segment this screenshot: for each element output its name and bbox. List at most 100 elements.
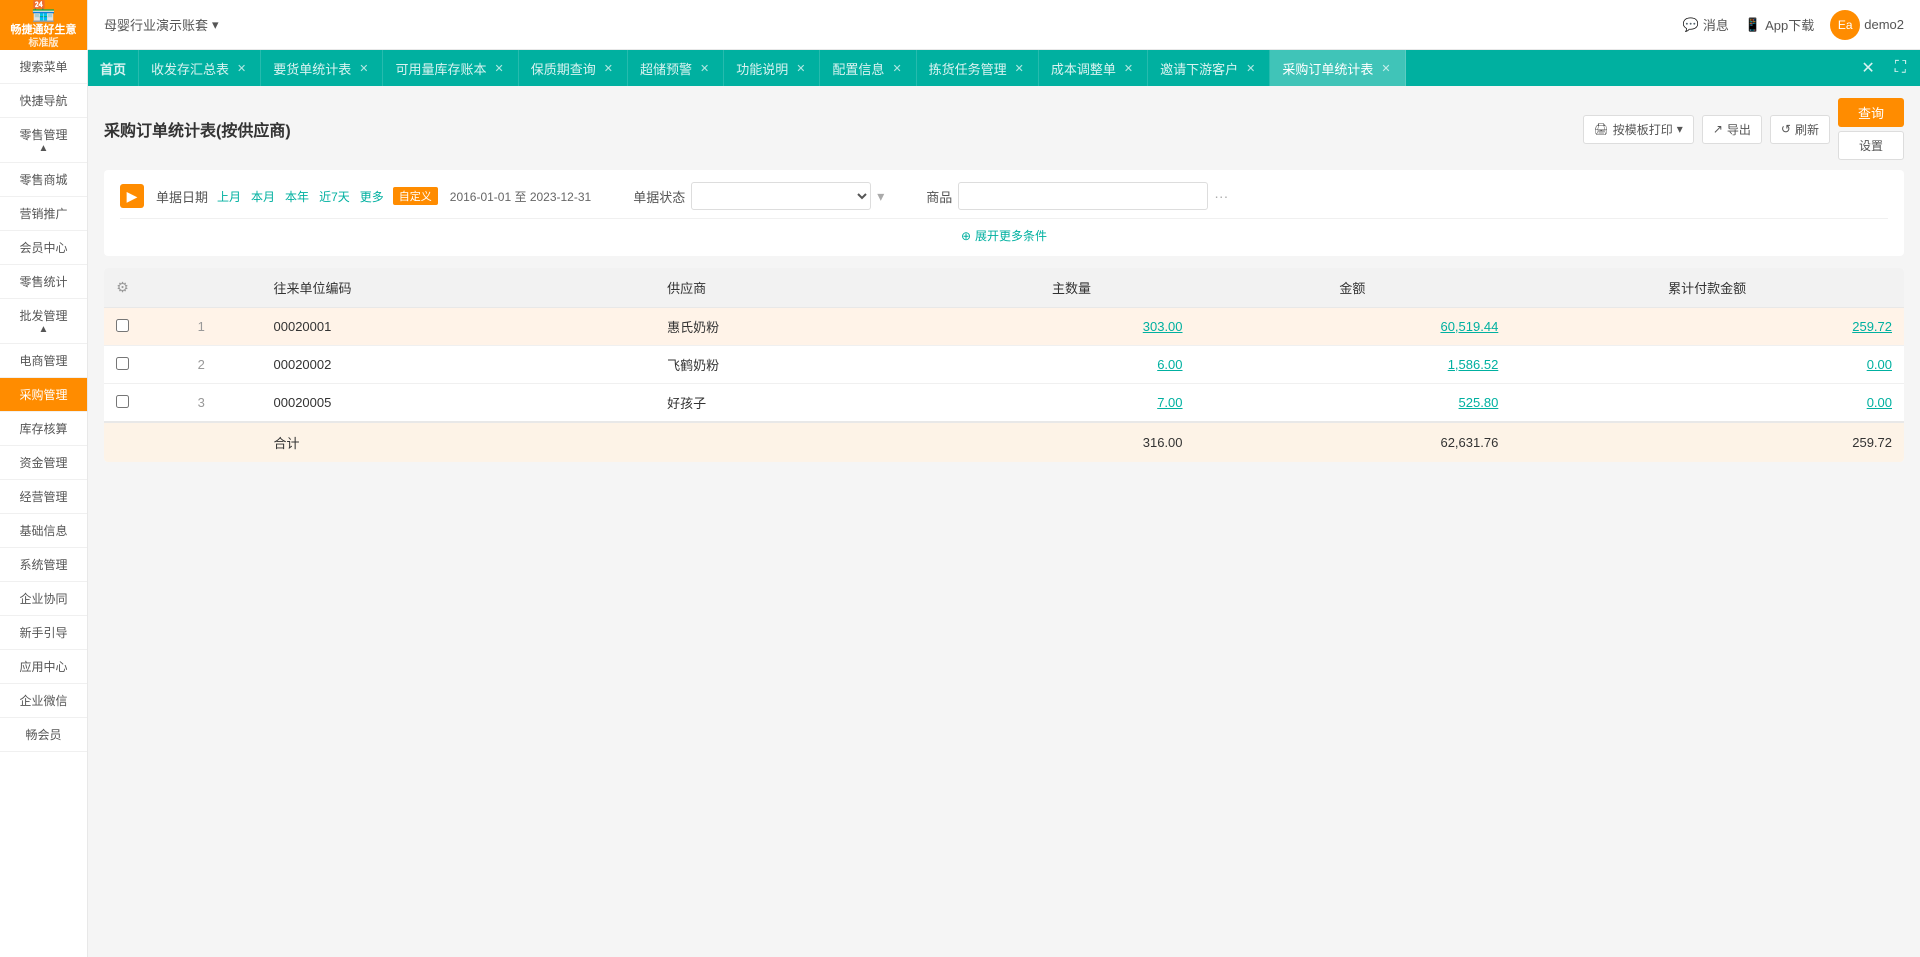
row-supplier-name: 好孩子 [655,384,948,423]
row-checkbox-cell[interactable] [104,346,141,384]
row-checkbox-cell[interactable] [104,384,141,423]
nav-tabs: 首页收发存汇总表✕要货单统计表✕可用量库存账本✕保质期查询✕超储预警✕功能说明✕… [88,50,1920,86]
nav-tab-home[interactable]: 首页 [88,50,139,86]
row-checkbox[interactable] [116,357,129,370]
settings-button[interactable]: 设置 [1838,131,1904,160]
goods-more-icon[interactable]: ··· [1214,188,1228,204]
status-filter-label: 单据状态 [633,187,685,206]
nav-tab-config-info[interactable]: 配置信息✕ [820,50,916,86]
message-btn[interactable]: 💬 消息 [1683,15,1729,34]
export-button[interactable]: ↗ 导出 [1702,115,1762,144]
row-main-qty: 7.00 [948,384,1194,423]
row-checkbox-cell[interactable] [104,308,141,346]
nav-tab-cost-adjust[interactable]: 成本调整单✕ [1039,50,1148,86]
sidebar-item-finance-mgmt[interactable]: 资金管理 [0,446,87,480]
template-print-button[interactable]: 🖨 按模板打印 ▾ [1583,115,1694,144]
data-table: ⚙ 往来单位编码 供应商 主数量 金额 累计付款金额 1 00020001 [104,268,1904,462]
sidebar-item-marketing[interactable]: 营销推广 [0,197,87,231]
sidebar-item-enterprise-wechat[interactable]: 企业微信 [0,684,87,718]
nav-tab-purchase-stat[interactable]: 采购订单统计表✕ [1270,50,1405,86]
sidebar-item-new-guide[interactable]: 新手引导 [0,616,87,650]
sidebar-item-retail-mall[interactable]: 零售商城 [0,163,87,197]
tab-close-expiry-query[interactable]: ✕ [602,61,615,76]
row-index: 1 [141,308,262,346]
row-checkbox[interactable] [116,319,129,332]
goods-input[interactable] [958,182,1208,210]
sidebar-item-wholesale-mgmt[interactable]: 批发管理▲ [0,299,87,344]
tab-close-available-inventory[interactable]: ✕ [493,61,506,76]
tab-close-config-info[interactable]: ✕ [890,61,903,76]
more-date-btn[interactable]: 更多 [357,187,387,206]
page-actions: 🖨 按模板打印 ▾ ↗ 导出 ↺ 刷新 查询 设置 [1583,98,1904,160]
sidebar-item-quick-nav[interactable]: 快捷导航 [0,84,87,118]
nav-tab-expiry-query[interactable]: 保质期查询✕ [519,50,628,86]
workspace-dropdown-icon: ▾ [212,17,219,33]
tab-close-invite-downstream[interactable]: ✕ [1244,61,1257,76]
payment-link[interactable]: 0.00 [1867,357,1892,372]
sidebar-item-operation-mgmt[interactable]: 经营管理 [0,480,87,514]
tab-close-feature-desc[interactable]: ✕ [794,61,807,76]
sidebar-item-retail-mgmt[interactable]: 零售管理▲ [0,118,87,163]
user-menu[interactable]: Ea demo2 [1830,10,1904,40]
row-checkbox[interactable] [116,395,129,408]
main-qty-link[interactable]: 7.00 [1157,395,1182,410]
column-settings-icon[interactable]: ⚙ [116,279,129,295]
sidebar-item-member-club[interactable]: 畅会员 [0,718,87,752]
nav-tab-receive-pay[interactable]: 收发存汇总表✕ [139,50,261,86]
sidebar-item-label: 零售管理 [19,126,67,143]
sidebar-item-enterprise-collab[interactable]: 企业协同 [0,582,87,616]
amount-link[interactable]: 60,519.44 [1440,319,1498,334]
last-month-btn[interactable]: 上月 [214,187,244,206]
row-supplier-code: 00020005 [262,384,656,423]
main-qty-link[interactable]: 6.00 [1157,357,1182,372]
expand-more-button[interactable]: ⊕ 展开更多条件 [961,227,1047,244]
query-button[interactable]: 查询 [1838,98,1904,127]
nav-tab-invite-downstream[interactable]: 邀请下游客户✕ [1148,50,1270,86]
filter-toggle-button[interactable]: ▶ [120,184,144,208]
sidebar-item-member-center[interactable]: 会员中心 [0,231,87,265]
maximize-btn[interactable]: ⛶ [1889,57,1912,79]
this-year-btn[interactable]: 本年 [282,187,312,206]
close-tab-btn[interactable]: ✕ [1855,56,1880,80]
payment-link[interactable]: 0.00 [1867,395,1892,410]
sidebar-item-purchase-mgmt[interactable]: 采购管理 [0,378,87,412]
amount-link[interactable]: 1,586.52 [1448,357,1499,372]
sidebar-item-basic-info[interactable]: 基础信息 [0,514,87,548]
page-header: 采购订单统计表(按供应商) 🖨 按模板打印 ▾ ↗ 导出 ↺ 刷新 [104,98,1904,160]
sidebar-item-retail-stat[interactable]: 零售统计 [0,265,87,299]
topbar-left: 母婴行业演示账套 ▾ [104,15,219,34]
nav-tab-pick-task[interactable]: 拣货任务管理✕ [917,50,1039,86]
payment-link[interactable]: 259.72 [1852,319,1892,334]
sidebar-item-label: 经营管理 [19,488,67,505]
nav-tab-goods-stat[interactable]: 要货单统计表✕ [261,50,383,86]
app-download-btn[interactable]: 📱 App下载 [1745,15,1814,34]
printer-icon: 🖨 [1594,122,1609,136]
sidebar-item-ecommerce[interactable]: 电商管理 [0,344,87,378]
nav-tab-feature-desc[interactable]: 功能说明✕ [724,50,820,86]
tab-close-pick-task[interactable]: ✕ [1013,61,1026,76]
nav-tab-overstock-alert[interactable]: 超储预警✕ [628,50,724,86]
row-amount: 1,586.52 [1195,346,1511,384]
custom-date-tag[interactable]: 自定义 [393,187,438,205]
workspace-selector[interactable]: 母婴行业演示账套 ▾ [104,15,219,34]
tab-close-goods-stat[interactable]: ✕ [357,61,370,76]
tab-label-home: 首页 [100,59,126,78]
refresh-button[interactable]: ↺ 刷新 [1770,115,1830,144]
amount-link[interactable]: 525.80 [1459,395,1499,410]
app-name: 畅捷通好生意 [11,24,77,37]
status-select[interactable] [691,182,871,210]
tab-close-cost-adjust[interactable]: ✕ [1122,61,1135,76]
tab-close-receive-pay[interactable]: ✕ [235,61,248,76]
main-qty-link[interactable]: 303.00 [1143,319,1183,334]
tab-close-overstock-alert[interactable]: ✕ [698,61,711,76]
sidebar-item-label: 新手引导 [19,624,67,641]
nav-tab-available-inventory[interactable]: 可用量库存账本✕ [383,50,518,86]
last-7days-btn[interactable]: 近7天 [316,187,353,206]
sidebar-item-app-center[interactable]: 应用中心 [0,650,87,684]
table-body: 1 00020001 惠氏奶粉 303.00 60,519.44 259.72 … [104,308,1904,423]
tab-close-purchase-stat[interactable]: ✕ [1379,61,1392,76]
sidebar-item-system-mgmt[interactable]: 系统管理 [0,548,87,582]
this-month-btn[interactable]: 本月 [248,187,278,206]
sidebar-item-search[interactable]: 搜索菜单 [0,50,87,84]
sidebar-item-inventory-check[interactable]: 库存核算 [0,412,87,446]
